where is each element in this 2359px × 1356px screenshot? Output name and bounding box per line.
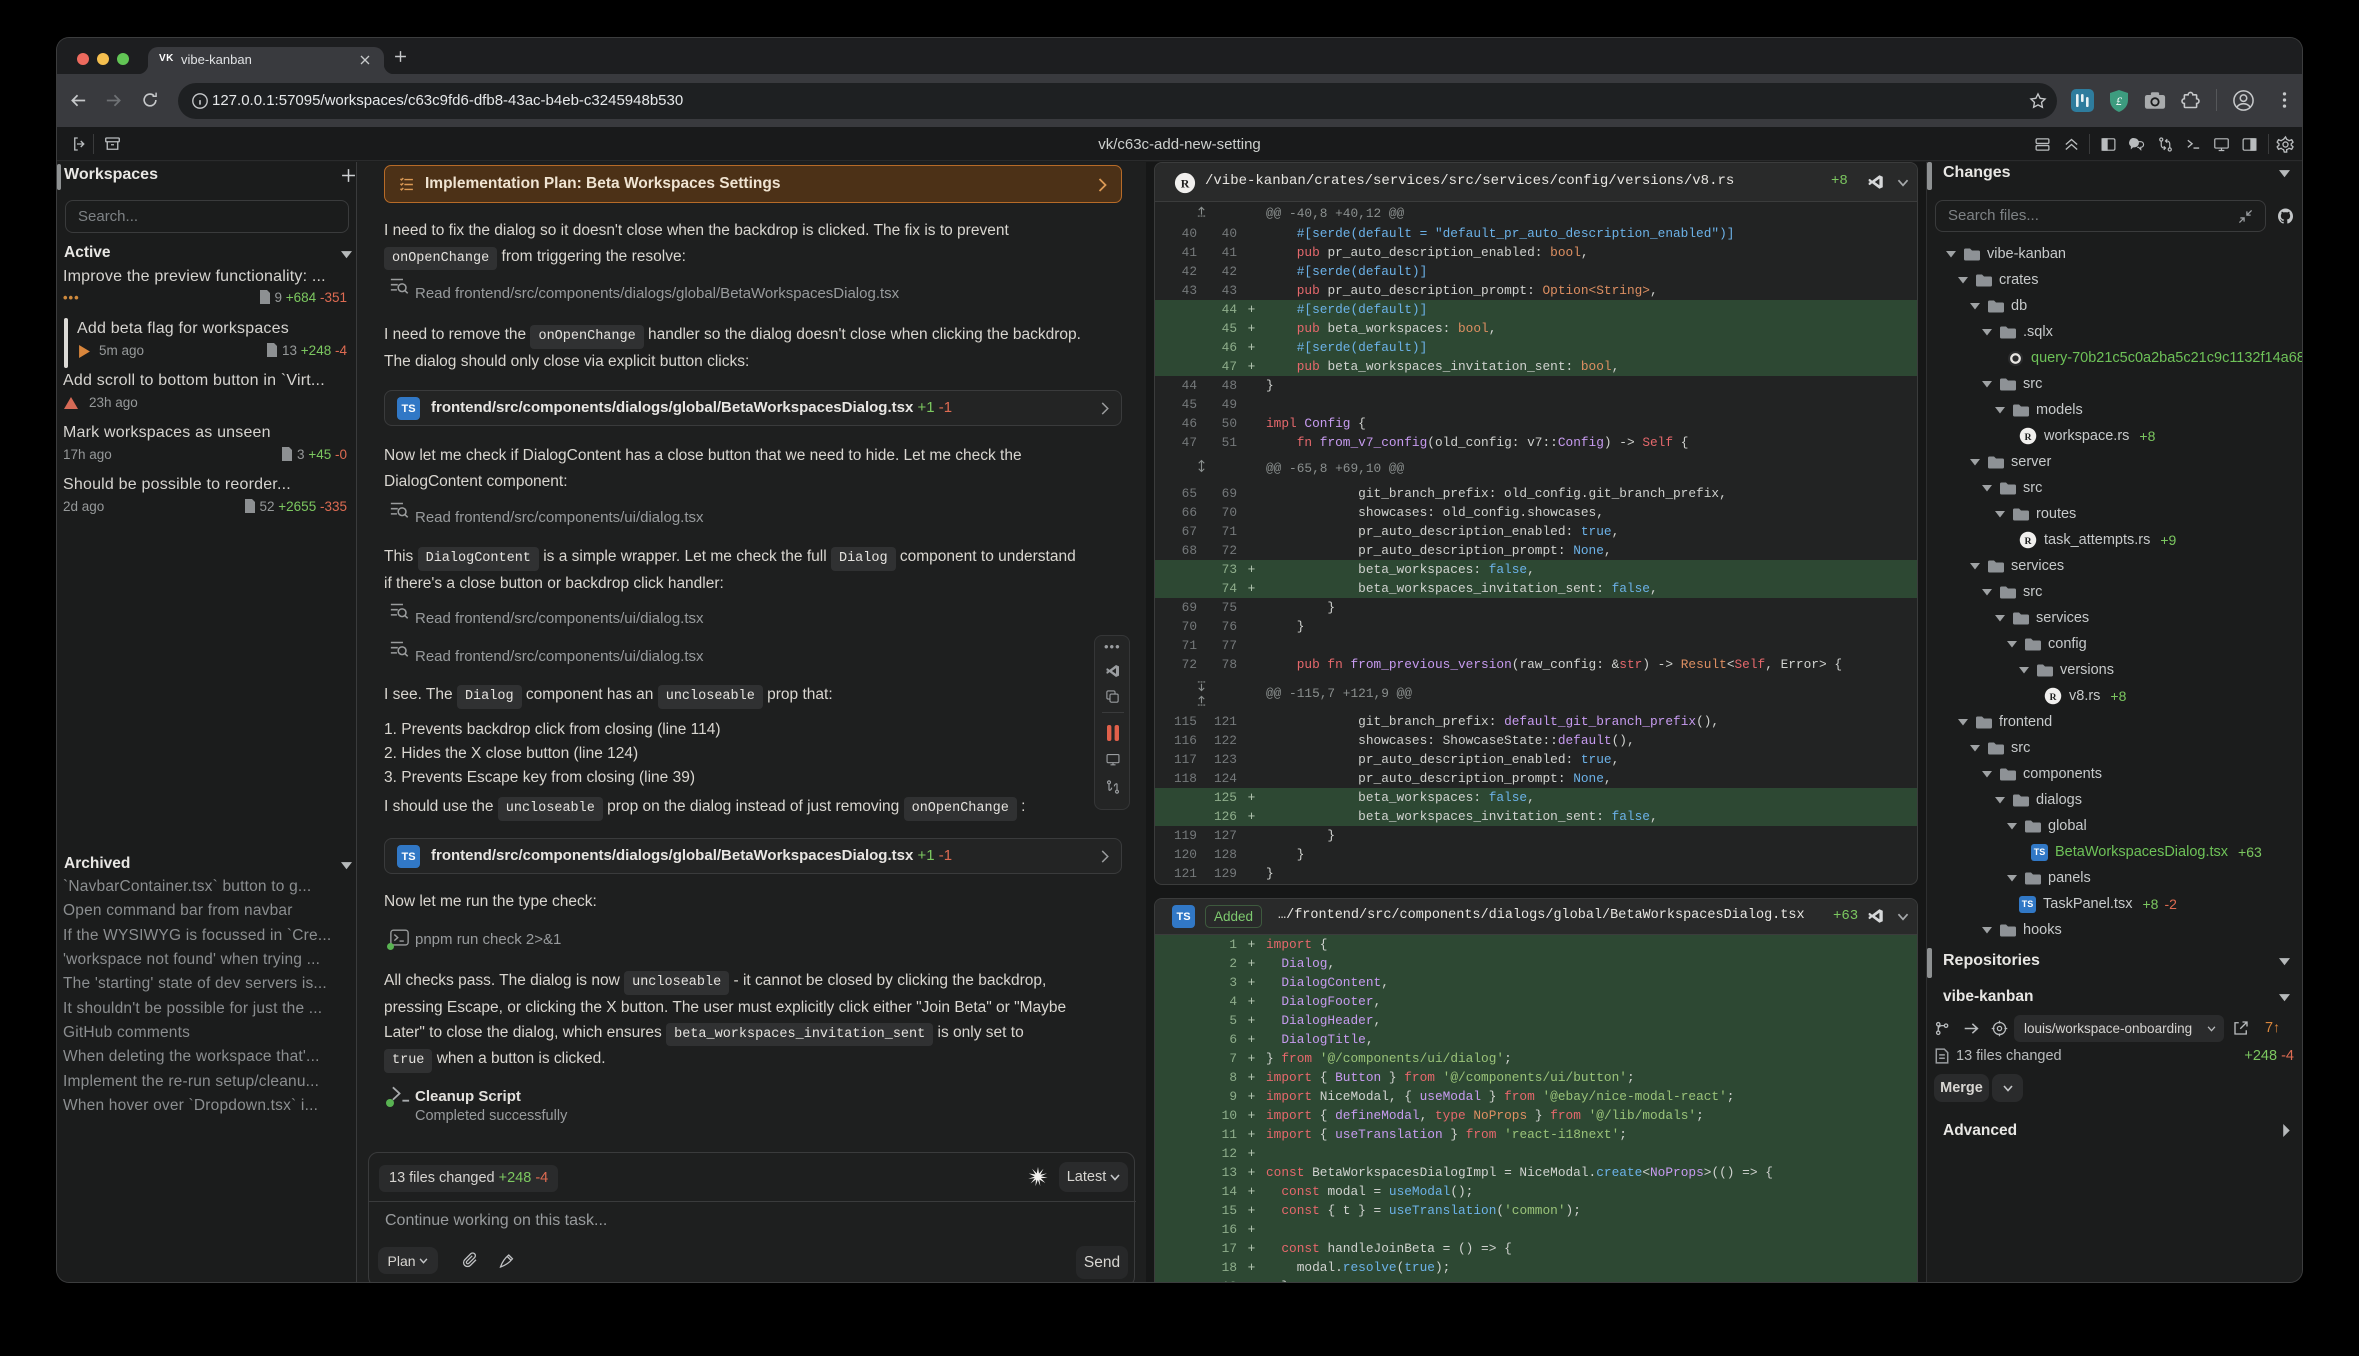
svg-text:£: £ [2116,94,2122,108]
svg-text:R: R [2049,692,2057,703]
svg-text:R: R [2024,432,2032,443]
svg-text:R: R [1181,177,1190,191]
svg-text:R: R [2024,536,2032,547]
